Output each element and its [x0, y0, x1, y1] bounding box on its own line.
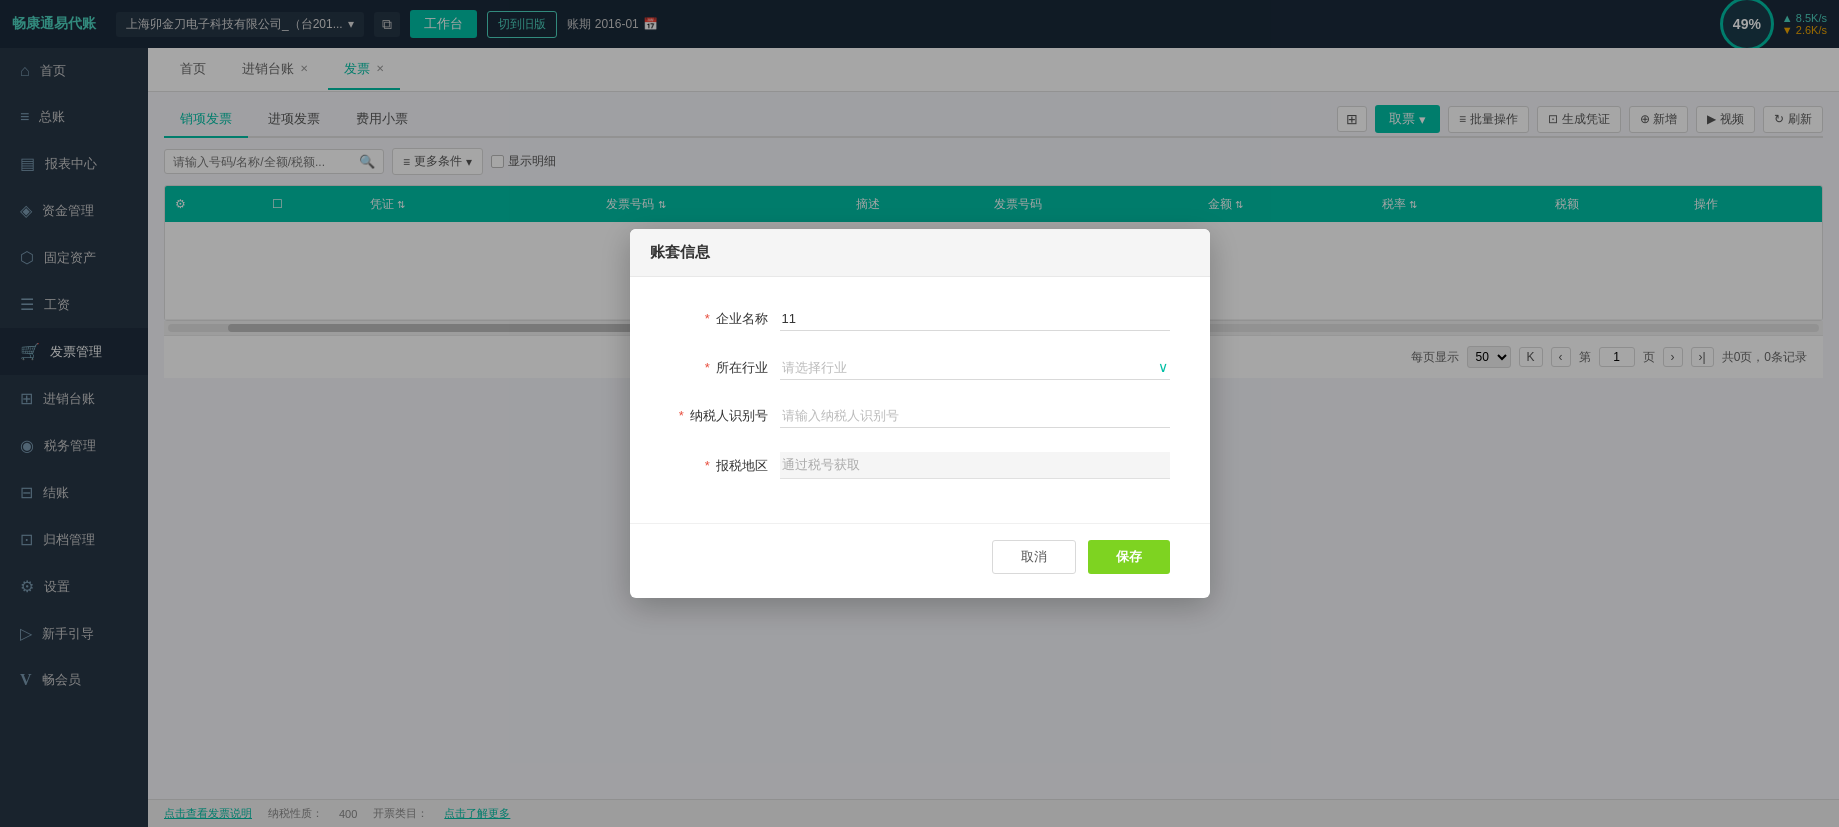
required-star: * — [705, 360, 710, 375]
industry-label: * 所在行业 — [670, 359, 780, 377]
dialog-body: * 企业名称 * 所在行业 请选择行业 ∨ — [630, 277, 1210, 523]
industry-dropdown-arrow: ∨ — [1158, 359, 1168, 375]
required-star: * — [705, 458, 710, 473]
dialog-footer: 取消 保存 — [630, 523, 1210, 598]
account-info-dialog: 账套信息 * 企业名称 * 所在行业 请选择行业 — [630, 229, 1210, 598]
industry-select-wrapper: 请选择行业 ∨ — [780, 355, 1170, 380]
modal-overlay: 账套信息 * 企业名称 * 所在行业 请选择行业 — [0, 0, 1839, 827]
company-name-input[interactable] — [780, 307, 1170, 331]
dialog-header: 账套信息 — [630, 229, 1210, 277]
required-star: * — [679, 408, 684, 423]
form-row-tax-id: * 纳税人识别号 — [670, 404, 1170, 428]
dialog-title: 账套信息 — [650, 243, 710, 260]
form-row-industry: * 所在行业 请选择行业 ∨ — [670, 355, 1170, 380]
tax-region-display: 通过税号获取 — [780, 452, 1170, 479]
form-row-tax-region: * 报税地区 通过税号获取 — [670, 452, 1170, 479]
cancel-button[interactable]: 取消 — [992, 540, 1076, 574]
tax-region-label: * 报税地区 — [670, 457, 780, 475]
company-name-label: * 企业名称 — [670, 310, 780, 328]
save-button[interactable]: 保存 — [1088, 540, 1170, 574]
tax-id-label: * 纳税人识别号 — [670, 407, 780, 425]
required-star: * — [705, 311, 710, 326]
form-row-company-name: * 企业名称 — [670, 307, 1170, 331]
tax-id-input[interactable] — [780, 404, 1170, 428]
industry-select[interactable]: 请选择行业 — [782, 360, 1158, 375]
